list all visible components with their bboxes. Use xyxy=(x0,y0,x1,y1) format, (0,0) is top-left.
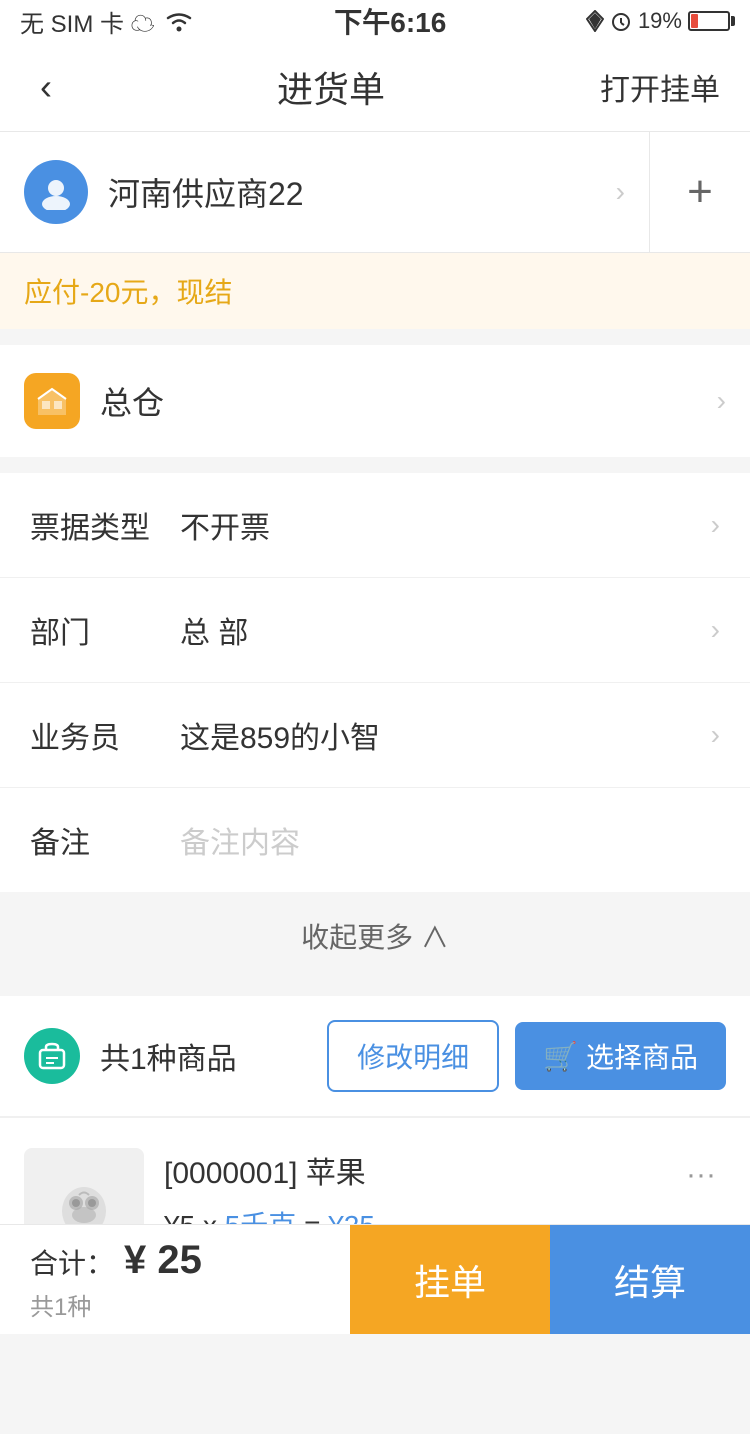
invoice-type-row[interactable]: 票据类型 不开票 › xyxy=(0,473,750,578)
bottom-total: 合计： ¥ 25 共1种 xyxy=(0,1225,350,1334)
remark-input[interactable]: 备注内容 xyxy=(160,818,720,862)
product-count-icon xyxy=(24,1028,80,1084)
info-banner: 应付-20元，现结 xyxy=(0,253,750,329)
product-name: [0000001] 苹果 xyxy=(164,1148,676,1192)
product-count-text: 共1种商品 xyxy=(100,1034,327,1078)
supplier-chevron-icon: › xyxy=(616,176,625,208)
status-time: 下午6:16 xyxy=(334,1,446,41)
sim-label: 无 SIM 卡 ☁ xyxy=(20,4,155,39)
form-section: 票据类型 不开票 › 部门 总 部 › 业务员 这是859的小智 › 备注 备注… xyxy=(0,473,750,892)
edit-detail-button[interactable]: 修改明细 xyxy=(327,1020,499,1092)
salesman-chevron-icon: › xyxy=(711,719,720,751)
cart-icon: 🛒 xyxy=(543,1040,578,1073)
battery-icon xyxy=(688,11,730,31)
warehouse-name: 总仓 xyxy=(100,378,707,424)
total-amount: ¥ 25 xyxy=(124,1238,202,1283)
page-title: 进货单 xyxy=(277,61,385,113)
add-supplier-button[interactable]: + xyxy=(650,132,750,252)
location-icon xyxy=(586,10,604,32)
warehouse-chevron-icon: › xyxy=(717,385,726,417)
nav-bar: ‹ 进货单 打开挂单 xyxy=(0,42,750,132)
alarm-icon xyxy=(610,10,632,32)
total-count: 共1种 xyxy=(30,1287,320,1322)
salesman-label: 业务员 xyxy=(30,713,160,757)
open-hang-button[interactable]: 打开挂单 xyxy=(600,65,720,109)
select-product-label: 选择商品 xyxy=(586,1036,698,1076)
collapse-toggle[interactable]: 收起更多 ∧ xyxy=(0,892,750,980)
department-label: 部门 xyxy=(30,608,160,652)
supplier-row[interactable]: 河南供应商22 › xyxy=(0,132,650,252)
supplier-section: 河南供应商22 › + 应付-20元，现结 xyxy=(0,132,750,329)
total-label: 合计： xyxy=(30,1242,114,1282)
department-value: 总 部 xyxy=(160,608,701,652)
status-bar: 无 SIM 卡 ☁ 下午6:16 19% xyxy=(0,0,750,42)
bottom-bar: 合计： ¥ 25 共1种 挂单 结算 xyxy=(0,1224,750,1334)
supplier-avatar xyxy=(24,160,88,224)
salesman-value: 这是859的小智 xyxy=(160,713,701,757)
select-product-button[interactable]: 🛒 选择商品 xyxy=(515,1022,726,1090)
battery-percent: 19% xyxy=(638,8,682,34)
invoice-type-label: 票据类型 xyxy=(30,503,160,547)
salesman-row[interactable]: 业务员 这是859的小智 › xyxy=(0,683,750,788)
warehouse-icon xyxy=(24,373,80,429)
status-right: 19% xyxy=(586,8,730,34)
invoice-type-value: 不开票 xyxy=(160,503,701,547)
status-left: 无 SIM 卡 ☁ xyxy=(20,4,195,39)
checkout-button[interactable]: 结算 xyxy=(550,1225,750,1334)
product-more-button[interactable]: ··· xyxy=(676,1148,726,1202)
department-row[interactable]: 部门 总 部 › xyxy=(0,578,750,683)
hang-button[interactable]: 挂单 xyxy=(350,1225,550,1334)
wifi-icon xyxy=(163,10,195,32)
remark-row[interactable]: 备注 备注内容 xyxy=(0,788,750,892)
warehouse-row[interactable]: 总仓 › xyxy=(0,345,750,457)
department-chevron-icon: › xyxy=(711,614,720,646)
supplier-name: 河南供应商22 xyxy=(108,169,606,215)
remark-label: 备注 xyxy=(30,818,160,862)
invoice-type-chevron-icon: › xyxy=(711,509,720,541)
back-button[interactable]: ‹ xyxy=(30,56,62,118)
